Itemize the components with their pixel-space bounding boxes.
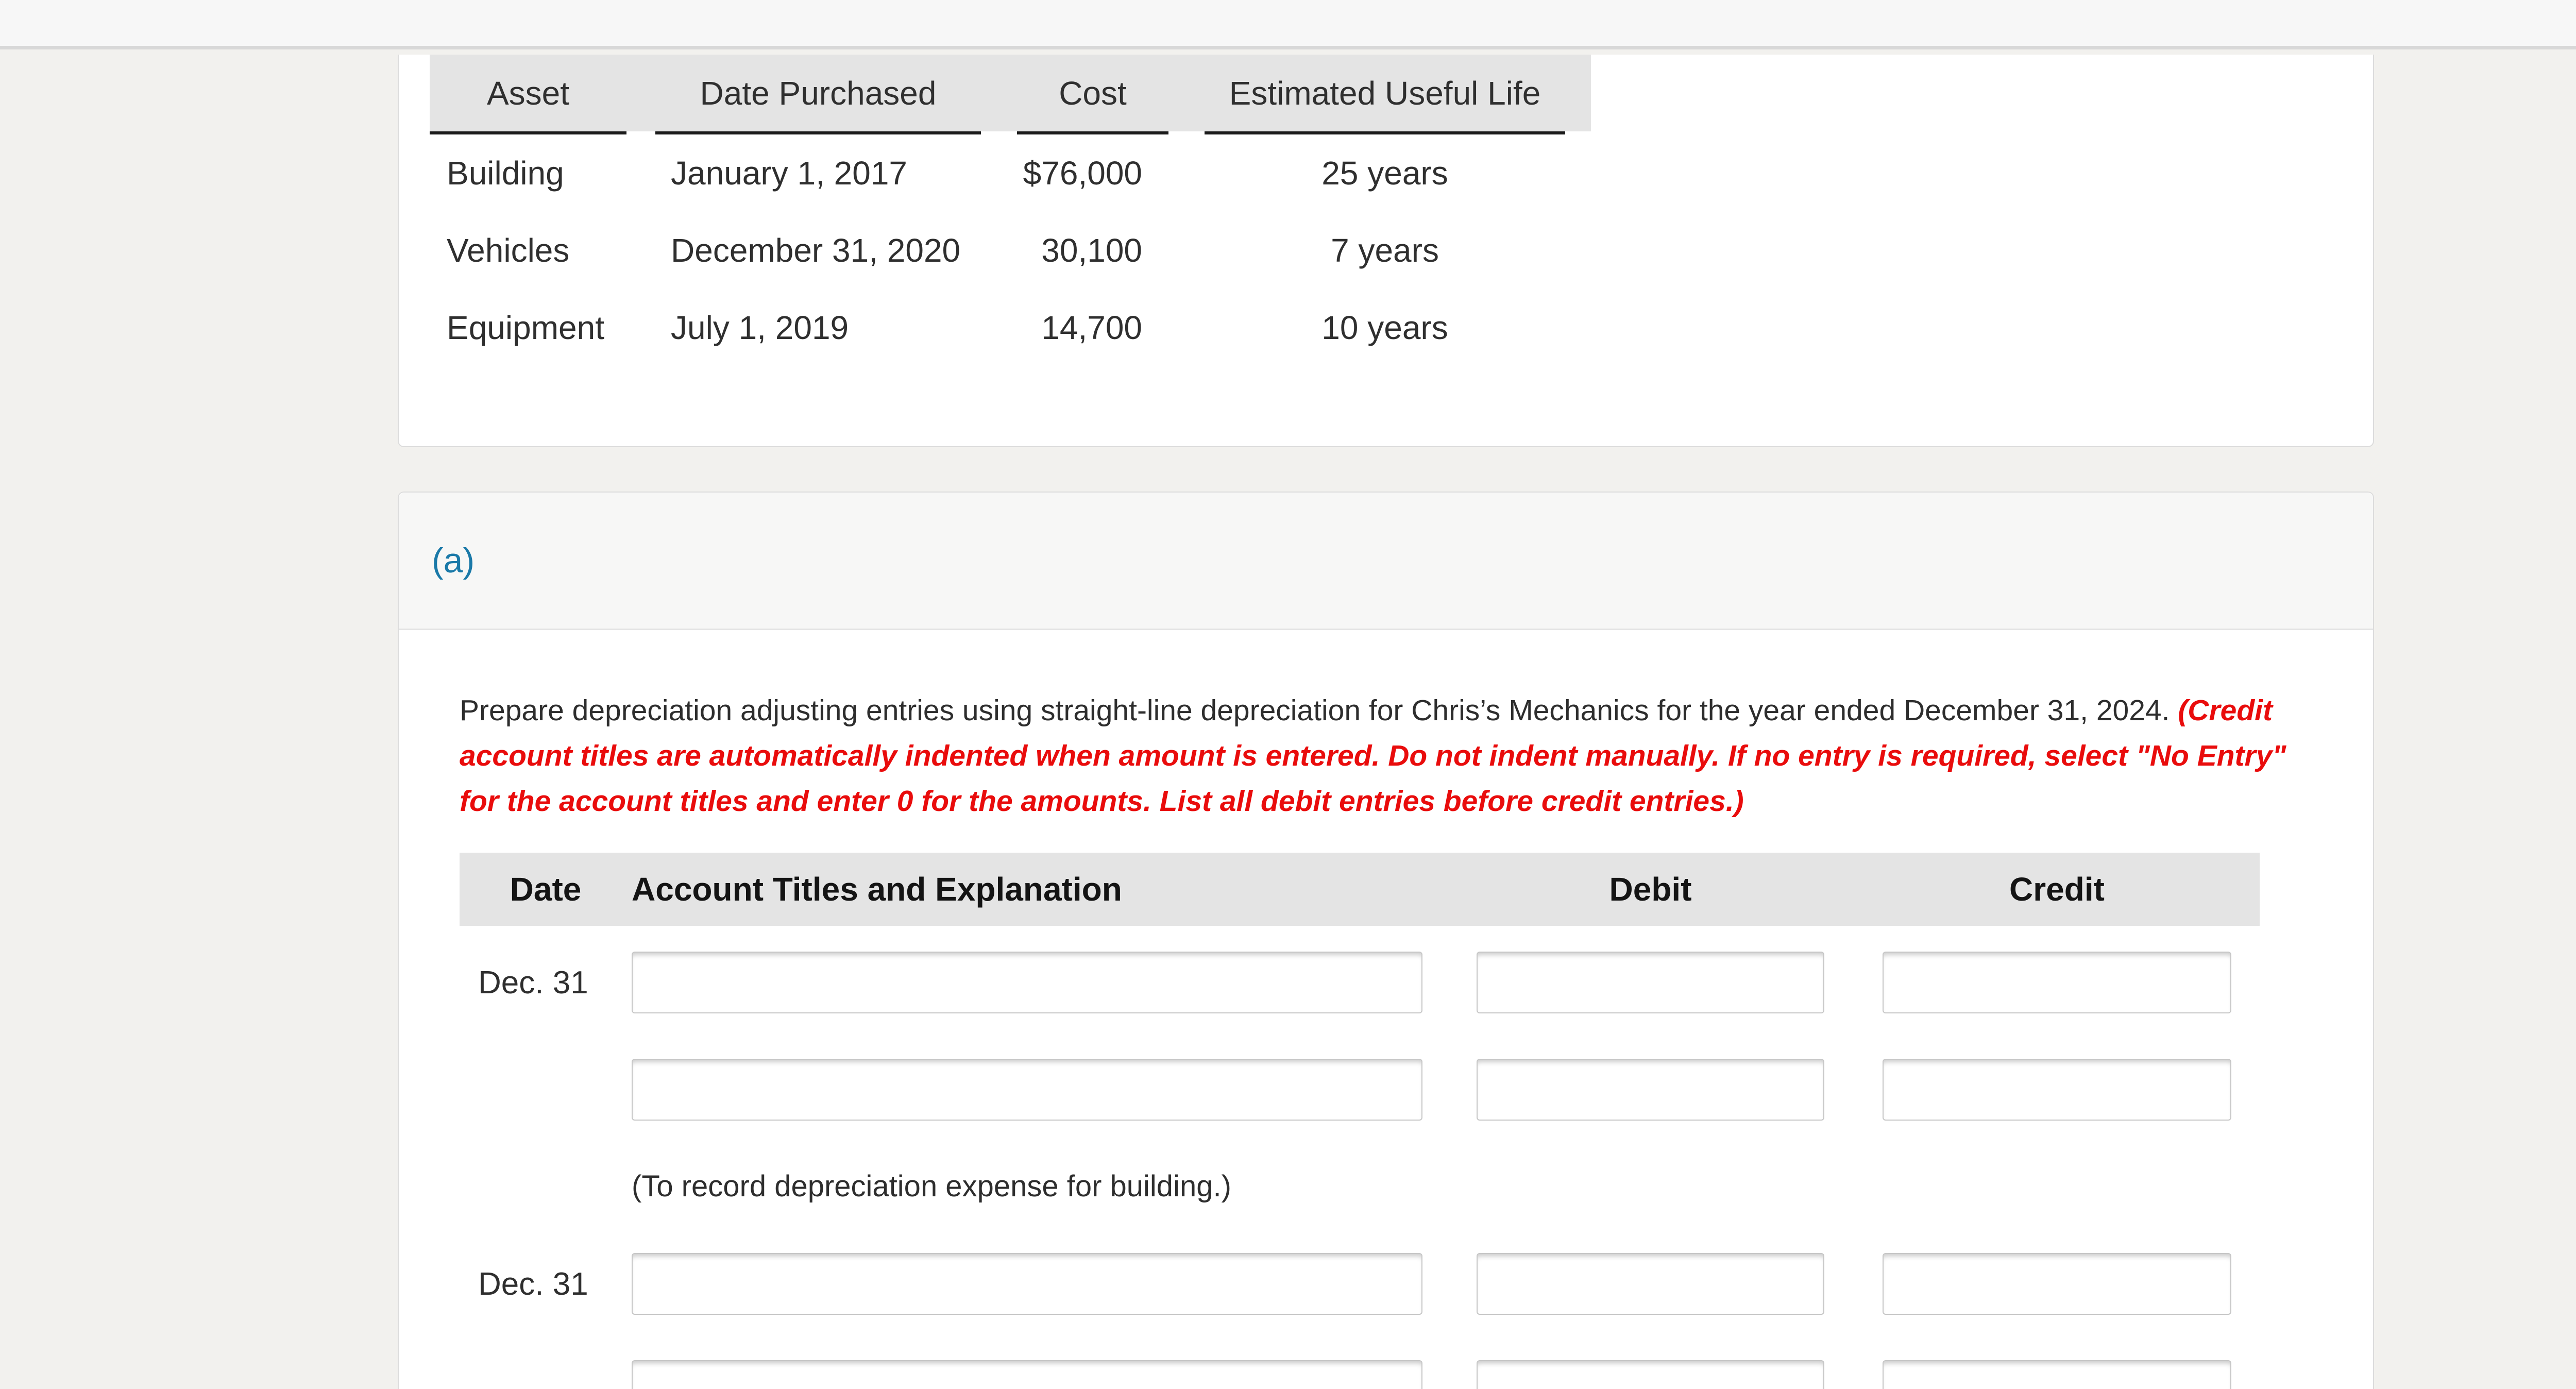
table-row: Vehicles December 31, 2020 30,100 7 year… — [430, 212, 1591, 289]
header-spacer — [981, 55, 1017, 134]
section-a-header[interactable]: (a) — [399, 493, 2373, 630]
asset-table: Asset Date Purchased Cost Estimated Usef… — [430, 55, 1591, 366]
entry-2-date: Dec. 31 — [460, 1266, 632, 1302]
entry-1-note: (To record depreciation expense for buil… — [632, 1168, 2327, 1205]
entry-2-line-1-debit-input[interactable] — [1477, 1253, 1824, 1315]
header-spacer — [1168, 55, 1205, 134]
entry-2-line-1-account-input[interactable] — [632, 1253, 1422, 1315]
journal-header-date: Date — [460, 870, 632, 908]
asset-summary-card: Asset Date Purchased Cost Estimated Usef… — [398, 55, 2374, 447]
asset-name: Building — [430, 134, 626, 212]
entry-2-line-1-credit-input[interactable] — [1883, 1253, 2231, 1315]
asset-table-header-row: Asset Date Purchased Cost Estimated Usef… — [430, 55, 1591, 134]
journal-entry-table: Date Account Titles and Explanation Debi… — [460, 853, 2327, 1389]
asset-table-header-cost: Cost — [1017, 55, 1168, 134]
journal-header-account: Account Titles and Explanation — [632, 870, 1422, 908]
journal-header-debit: Debit — [1477, 870, 1824, 908]
entry-1-line-2-credit-input[interactable] — [1883, 1059, 2231, 1121]
asset-name: Vehicles — [430, 212, 626, 289]
asset-useful-life: 10 years — [1205, 289, 1565, 366]
section-a-card: (a) Prepare depreciation adjusting entri… — [398, 492, 2374, 1389]
journal-row — [460, 1360, 2260, 1389]
asset-date-purchased: January 1, 2017 — [655, 134, 981, 212]
entry-2-line-2-credit-input[interactable] — [1883, 1360, 2231, 1389]
asset-useful-life: 25 years — [1205, 134, 1565, 212]
entry-1-line-1-account-input[interactable] — [632, 952, 1422, 1013]
header-spacer — [626, 55, 655, 134]
journal-row: Dec. 31 — [460, 1253, 2260, 1315]
asset-cost: 30,100 — [1017, 212, 1168, 289]
table-row: Building January 1, 2017 $76,000 25 year… — [430, 134, 1591, 212]
entry-1-line-1-debit-input[interactable] — [1477, 952, 1824, 1013]
instructions-paragraph: Prepare depreciation adjusting entries u… — [460, 688, 2301, 824]
asset-date-purchased: July 1, 2019 — [655, 289, 981, 366]
asset-table-header-useful-life: Estimated Useful Life — [1205, 55, 1565, 134]
asset-date-purchased: December 31, 2020 — [655, 212, 981, 289]
entry-1-line-2-account-input[interactable] — [632, 1059, 1422, 1121]
page-background: Asset Date Purchased Cost Estimated Usef… — [0, 55, 2576, 1389]
asset-cost: 14,700 — [1017, 289, 1168, 366]
section-a-label[interactable]: (a) — [432, 540, 474, 581]
asset-table-header-asset: Asset — [430, 55, 626, 134]
asset-cost: $76,000 — [1017, 134, 1168, 212]
entry-1-line-2-debit-input[interactable] — [1477, 1059, 1824, 1121]
journal-header-credit: Credit — [1883, 870, 2231, 908]
entry-2-line-2-debit-input[interactable] — [1477, 1360, 1824, 1389]
header-spacer — [1565, 55, 1591, 134]
journal-row — [460, 1059, 2260, 1121]
table-row: Equipment July 1, 2019 14,700 10 years — [430, 289, 1591, 366]
journal-row: Dec. 31 — [460, 952, 2260, 1013]
entry-1-line-1-credit-input[interactable] — [1883, 952, 2231, 1013]
asset-table-header-date-purchased: Date Purchased — [655, 55, 981, 134]
instructions-normal-text: Prepare depreciation adjusting entries u… — [460, 694, 2178, 727]
asset-name: Equipment — [430, 289, 626, 366]
asset-useful-life: 7 years — [1205, 212, 1565, 289]
section-a-body: Prepare depreciation adjusting entries u… — [399, 630, 2373, 1389]
journal-table-header: Date Account Titles and Explanation Debi… — [460, 853, 2260, 926]
entry-1-date: Dec. 31 — [460, 964, 632, 1001]
entry-2-line-2-account-input[interactable] — [632, 1360, 1422, 1389]
top-border-bar — [0, 0, 2576, 49]
